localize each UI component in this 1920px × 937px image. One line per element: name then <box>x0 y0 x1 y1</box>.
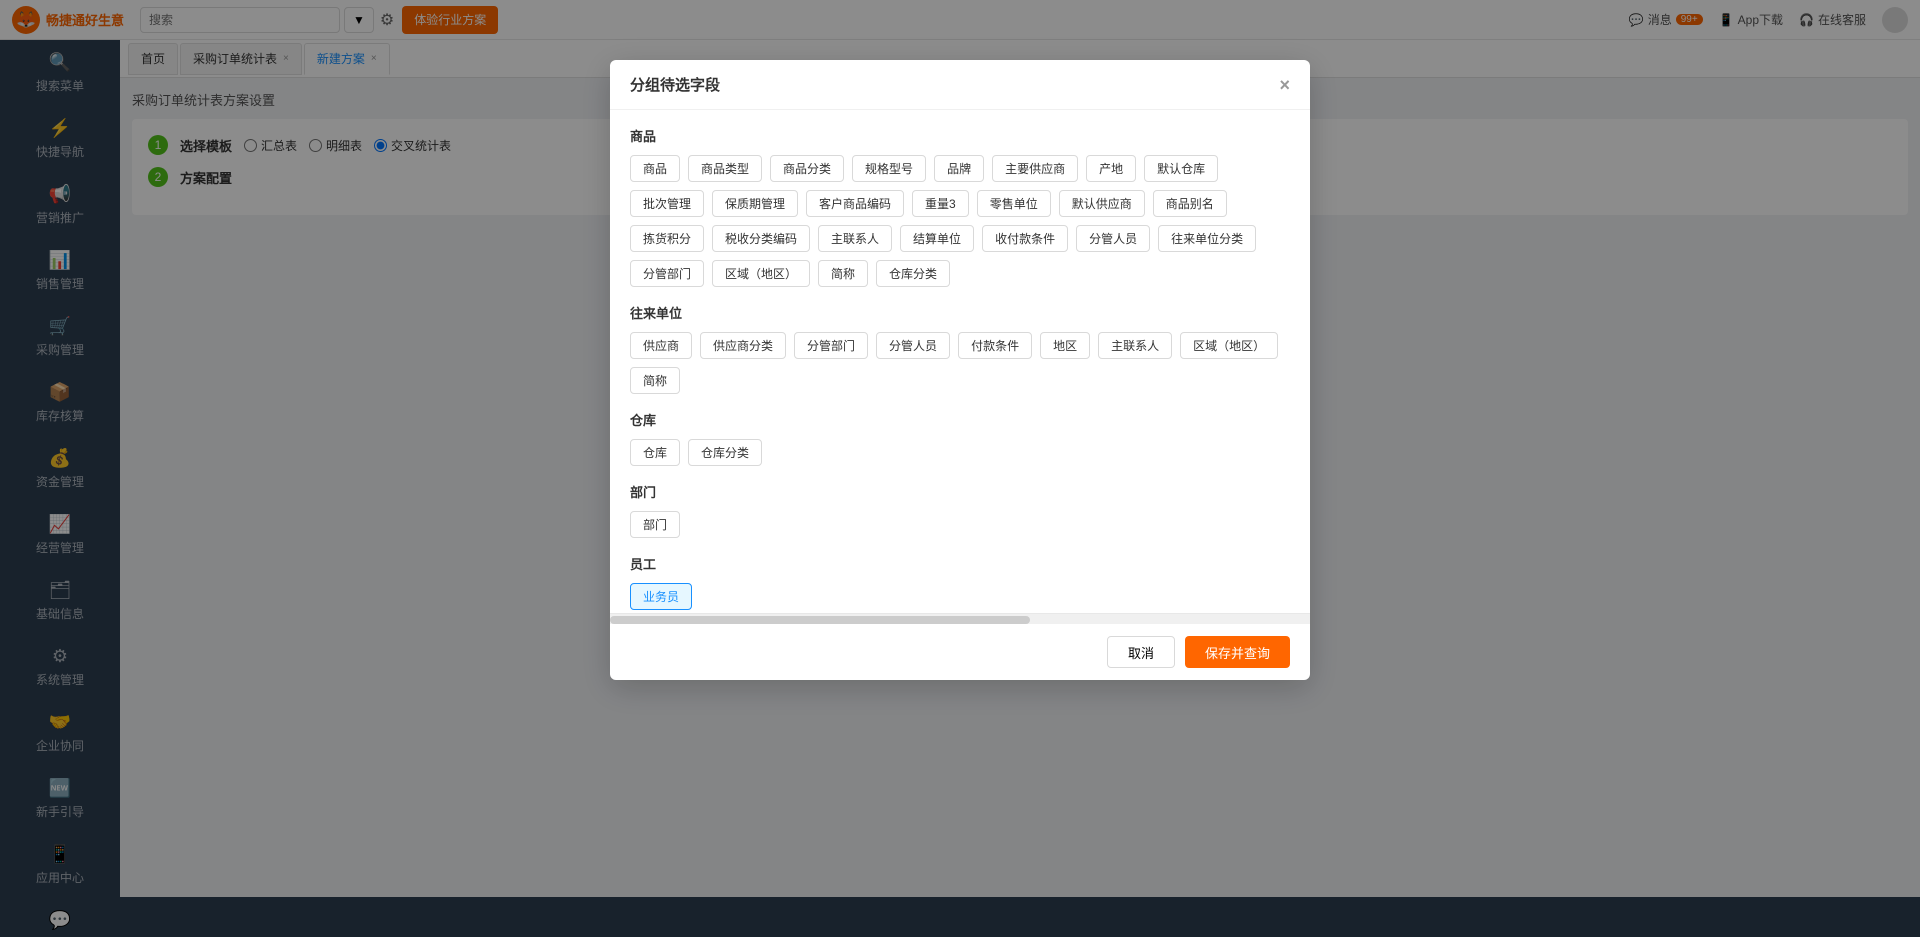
field-tag[interactable]: 结算单位 <box>900 225 974 252</box>
modal-dialog: 分组待选字段 × 商品 商品 商品类型 商品分类 规格型号 品牌 主要供应商 产… <box>610 60 1310 680</box>
tag-grid-partner: 供应商 供应商分类 分管部门 分管人员 付款条件 地区 主联系人 区域（地区） … <box>630 332 1290 394</box>
field-tag[interactable]: 客户商品编码 <box>806 190 904 217</box>
modal-scroll-thumb <box>610 616 1030 624</box>
field-tag[interactable]: 收付款条件 <box>982 225 1068 252</box>
field-tag[interactable]: 商品类型 <box>688 155 762 182</box>
section-title-department: 部门 <box>630 482 1290 501</box>
modal-close-button[interactable]: × <box>1279 76 1290 94</box>
tag-grid-product: 商品 商品类型 商品分类 规格型号 品牌 主要供应商 产地 默认仓库 批次管理 … <box>630 155 1290 287</box>
field-tag[interactable]: 商品 <box>630 155 680 182</box>
field-tag[interactable]: 零售单位 <box>977 190 1051 217</box>
field-tag[interactable]: 拣货积分 <box>630 225 704 252</box>
field-tag[interactable]: 分管人员 <box>1076 225 1150 252</box>
field-tag[interactable]: 区域（地区） <box>712 260 810 287</box>
field-tag[interactable]: 批次管理 <box>630 190 704 217</box>
section-title-partner: 往来单位 <box>630 303 1290 322</box>
field-tag[interactable]: 分管部门 <box>794 332 868 359</box>
field-tag[interactable]: 产地 <box>1086 155 1136 182</box>
tag-grid-department: 部门 <box>630 511 1290 538</box>
field-tag[interactable]: 默认仓库 <box>1144 155 1218 182</box>
field-tag[interactable]: 重量3 <box>912 190 969 217</box>
modal-header: 分组待选字段 × <box>610 60 1310 110</box>
field-tag[interactable]: 默认供应商 <box>1059 190 1145 217</box>
field-tag[interactable]: 商品别名 <box>1153 190 1227 217</box>
tag-grid-warehouse: 仓库 仓库分类 <box>630 439 1290 466</box>
field-tag[interactable]: 仓库 <box>630 439 680 466</box>
field-tag[interactable]: 付款条件 <box>958 332 1032 359</box>
section-title-warehouse: 仓库 <box>630 410 1290 429</box>
modal-footer: 取消 保存并查询 <box>610 623 1310 680</box>
field-tag[interactable]: 往来单位分类 <box>1158 225 1256 252</box>
field-tag[interactable]: 仓库分类 <box>876 260 950 287</box>
field-tag[interactable]: 地区 <box>1040 332 1090 359</box>
field-tag[interactable]: 保质期管理 <box>712 190 798 217</box>
field-tag[interactable]: 仓库分类 <box>688 439 762 466</box>
field-tag[interactable]: 简称 <box>630 367 680 394</box>
save-query-button[interactable]: 保存并查询 <box>1185 636 1290 668</box>
modal-overlay: 分组待选字段 × 商品 商品 商品类型 商品分类 规格型号 品牌 主要供应商 产… <box>0 0 1920 937</box>
field-tag[interactable]: 分管人员 <box>876 332 950 359</box>
field-tag[interactable]: 部门 <box>630 511 680 538</box>
field-tag[interactable]: 规格型号 <box>852 155 926 182</box>
tag-grid-employee: 业务员 <box>630 583 1290 610</box>
field-tag[interactable]: 分管部门 <box>630 260 704 287</box>
field-tag[interactable]: 区域（地区） <box>1180 332 1278 359</box>
cancel-button[interactable]: 取消 <box>1107 636 1175 668</box>
modal-body: 商品 商品 商品类型 商品分类 规格型号 品牌 主要供应商 产地 默认仓库 批次… <box>610 110 1310 613</box>
field-tag[interactable]: 品牌 <box>934 155 984 182</box>
field-tag[interactable]: 主联系人 <box>818 225 892 252</box>
field-tag[interactable]: 商品分类 <box>770 155 844 182</box>
section-title-product: 商品 <box>630 126 1290 145</box>
field-tag[interactable]: 主要供应商 <box>992 155 1078 182</box>
modal-title: 分组待选字段 <box>630 74 720 95</box>
field-tag[interactable]: 供应商 <box>630 332 692 359</box>
field-tag[interactable]: 供应商分类 <box>700 332 786 359</box>
field-tag[interactable]: 主联系人 <box>1098 332 1172 359</box>
field-tag[interactable]: 简称 <box>818 260 868 287</box>
field-tag[interactable]: 税收分类编码 <box>712 225 810 252</box>
field-tag-employee[interactable]: 业务员 <box>630 583 692 610</box>
modal-horizontal-scrollbar[interactable] <box>610 613 1310 623</box>
section-title-employee: 员工 <box>630 554 1290 573</box>
